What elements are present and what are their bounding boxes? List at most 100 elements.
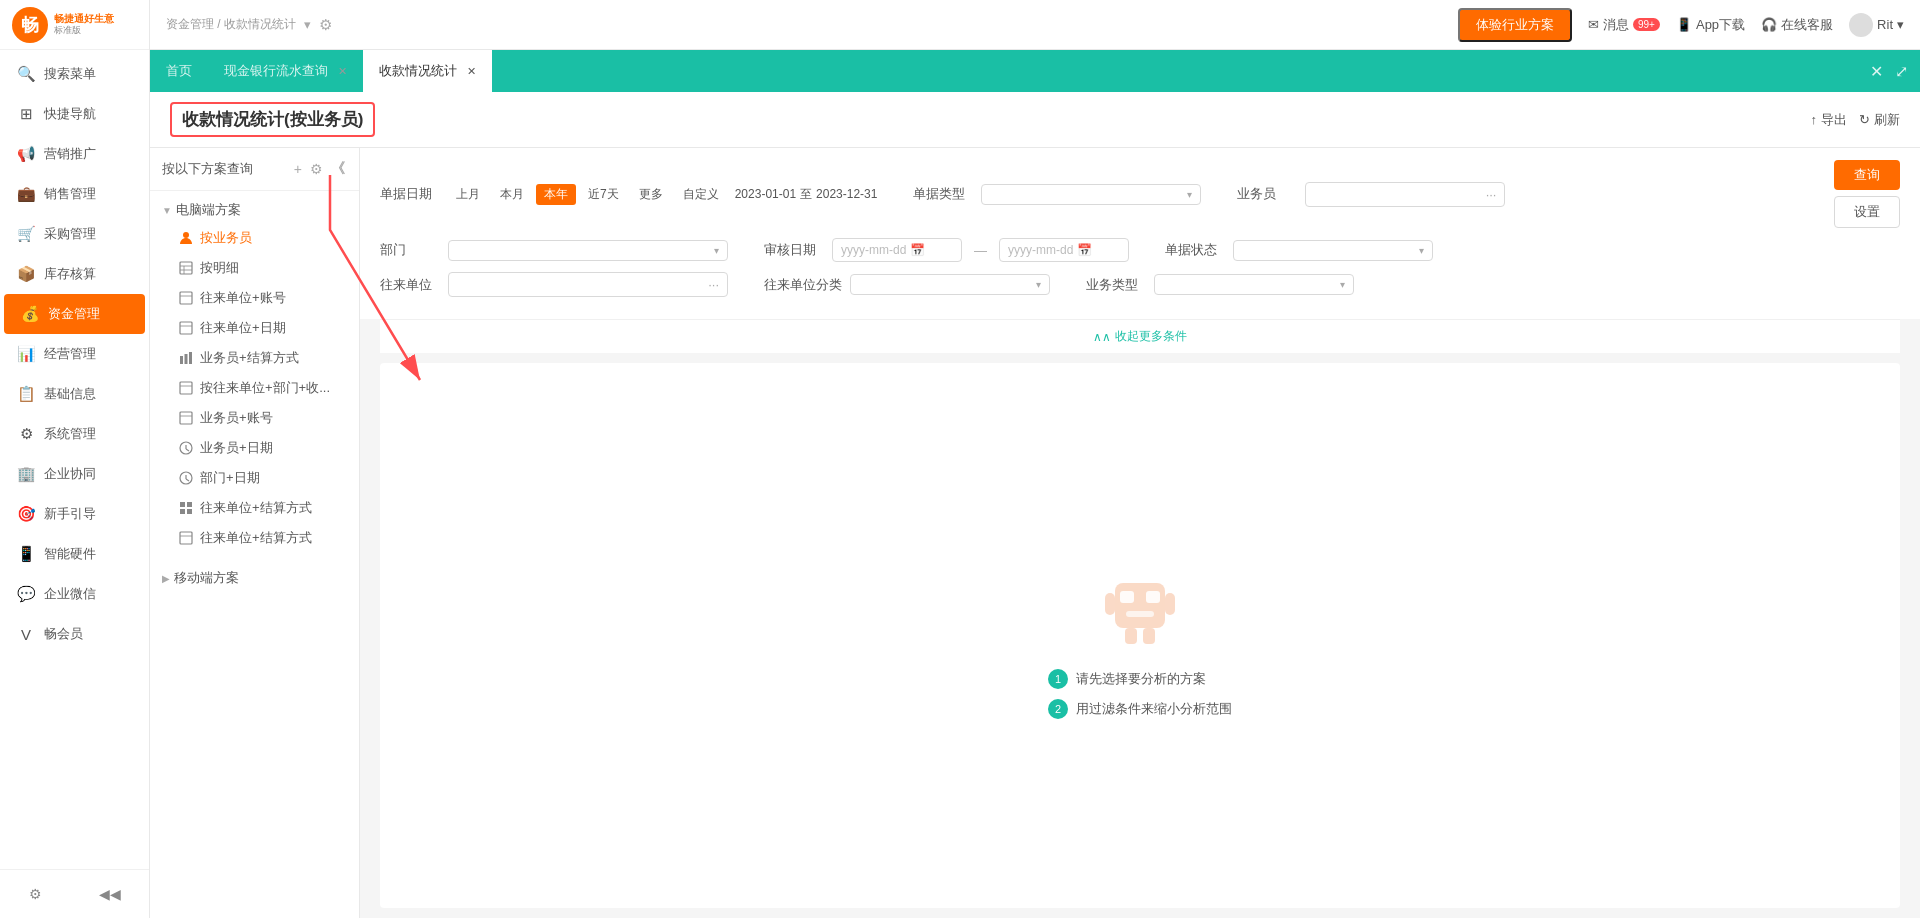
tab-expand-icon[interactable]: ⤢ — [1895, 62, 1908, 81]
scheme-add-button[interactable]: + — [292, 159, 304, 179]
date-tab-last-month[interactable]: 上月 — [448, 184, 488, 205]
download-icon: 📱 — [1676, 17, 1692, 32]
export-button[interactable]: ↑ 导出 — [1811, 111, 1848, 129]
tab-home[interactable]: 首页 — [150, 50, 208, 92]
export-label: 导出 — [1821, 111, 1847, 129]
collapse-button[interactable]: ◀◀ — [93, 880, 127, 908]
scheme-item-unit-settle2[interactable]: 往来单位+结算方式 — [150, 523, 359, 553]
date-tab-custom[interactable]: 自定义 — [675, 184, 727, 205]
review-date-label: 审核日期 — [764, 241, 824, 259]
page-content: 收款情况统计(按业务员) ↑ 导出 ↻ 刷新 按以下方案查询 + ⚙ — [150, 92, 1920, 918]
settings-button[interactable]: 设置 — [1834, 196, 1900, 228]
tab-receipt-stat-close[interactable]: ✕ — [467, 65, 476, 78]
scheme-item-salesman-account[interactable]: 业务员+账号 — [150, 403, 359, 433]
query-button[interactable]: 查询 — [1834, 160, 1900, 190]
counterpart-more-icon[interactable]: ··· — [708, 277, 719, 292]
collapse-label: 收起更多条件 — [1115, 328, 1187, 345]
trial-button[interactable]: 体验行业方案 — [1458, 8, 1572, 42]
scheme-settings-button[interactable]: ⚙ — [308, 159, 325, 179]
scheme-collapse-button[interactable]: 《 — [329, 158, 347, 180]
scheme-item-salesman-date[interactable]: 业务员+日期 — [150, 433, 359, 463]
salesman-select[interactable]: ··· — [1305, 182, 1505, 207]
filter-area: 单据日期 上月 本月 本年 近7天 更多 自定义 2023-01-01 — [360, 148, 1920, 918]
date-tab-this-year[interactable]: 本年 — [536, 184, 576, 205]
sidebar-item-marketing[interactable]: 📢 营销推广 — [0, 134, 149, 174]
sidebar-item-label: 企业协同 — [44, 465, 96, 483]
sidebar-item-hardware[interactable]: 📱 智能硬件 — [0, 534, 149, 574]
review-date-from-input[interactable]: yyyy-mm-dd 📅 — [832, 238, 962, 262]
scheme-item-unit-account[interactable]: 往来单位+账号 — [150, 283, 359, 313]
tip-text-1: 请先选择要分析的方案 — [1076, 670, 1206, 688]
breadcrumb-dropdown-icon[interactable]: ▾ — [304, 17, 311, 32]
tab-bank-flow[interactable]: 现金银行流水查询 ✕ — [208, 50, 363, 92]
counterpart-cat-select[interactable]: ▾ — [850, 274, 1050, 295]
dept-select[interactable]: ▾ — [448, 240, 728, 261]
sidebar-item-member[interactable]: V 畅会员 — [0, 614, 149, 654]
notification-icon: ✉ — [1588, 17, 1599, 32]
section-collapsed-icon: ▶ — [162, 573, 170, 584]
svg-rect-7 — [180, 322, 192, 334]
tab-bank-flow-close[interactable]: ✕ — [338, 65, 347, 78]
scheme-item-unit-settle1[interactable]: 往来单位+结算方式 — [150, 493, 359, 523]
search-icon: 🔍 — [16, 64, 36, 84]
doc-type-select[interactable]: ▾ — [981, 184, 1201, 205]
sidebar-item-label: 库存核算 — [44, 265, 96, 283]
logo-name: 畅捷通好生意 — [54, 12, 114, 25]
calendar-to-icon: 📅 — [1077, 243, 1092, 257]
sidebar-item-search[interactable]: 🔍 搜索菜单 — [0, 54, 149, 94]
scheme-item-salesman-settle[interactable]: 业务员+结算方式 — [150, 343, 359, 373]
review-date-separator: — — [970, 243, 991, 258]
collapse-bar[interactable]: ∧∧ 收起更多条件 — [380, 319, 1900, 353]
sidebar-item-wechat[interactable]: 💬 企业微信 — [0, 574, 149, 614]
scheme-item-by-salesman[interactable]: 按业务员 — [150, 223, 359, 253]
date-tab-7days[interactable]: 近7天 — [580, 184, 627, 205]
online-service-button[interactable]: 🎧 在线客服 — [1761, 16, 1833, 34]
scheme-item-unit-dept[interactable]: 按往来单位+部门+收... — [150, 373, 359, 403]
date-tab-more[interactable]: 更多 — [631, 184, 671, 205]
filter-action-buttons: 查询 设置 — [1834, 160, 1900, 228]
sidebar-item-basic[interactable]: 📋 基础信息 — [0, 374, 149, 414]
service-icon: 🎧 — [1761, 17, 1777, 32]
notification-button[interactable]: ✉ 消息 99+ — [1588, 16, 1660, 34]
settings-button[interactable]: ⚙ — [23, 880, 48, 908]
tab-close-all-icon[interactable]: ✕ — [1870, 62, 1883, 81]
date-tab-this-month[interactable]: 本月 — [492, 184, 532, 205]
app-download-button[interactable]: 📱 App下载 — [1676, 16, 1745, 34]
tab-receipt-stat[interactable]: 收款情况统计 ✕ — [363, 50, 492, 92]
scheme-item-by-detail[interactable]: 按明细 — [150, 253, 359, 283]
main-area: 资金管理 / 收款情况统计 ▾ ⚙ 体验行业方案 ✉ 消息 99+ 📱 App下… — [150, 0, 1920, 918]
sidebar-item-sales[interactable]: 💼 销售管理 — [0, 174, 149, 214]
sidebar-item-inventory[interactable]: 📦 库存核算 — [0, 254, 149, 294]
counterpart-select[interactable]: ··· — [448, 272, 728, 297]
user-area[interactable]: Rit ▾ — [1849, 13, 1904, 37]
salesman-label: 业务员 — [1237, 185, 1297, 203]
scheme-item-unit-date[interactable]: 往来单位+日期 — [150, 313, 359, 343]
svg-rect-10 — [185, 354, 188, 364]
sidebar-item-guide[interactable]: 🎯 新手引导 — [0, 494, 149, 534]
sidebar-item-enterprise[interactable]: 🏢 企业协同 — [0, 454, 149, 494]
filter-dept-item: 部门 ▾ — [380, 240, 728, 261]
doc-type-dropdown-icon: ▾ — [1187, 189, 1192, 200]
sidebar-item-purchase[interactable]: 🛒 采购管理 — [0, 214, 149, 254]
scheme-desktop-section-title[interactable]: ▼ 电脑端方案 — [150, 197, 359, 223]
table-icon — [178, 290, 194, 306]
header-settings-icon[interactable]: ⚙ — [319, 16, 332, 34]
chart-icon — [178, 350, 194, 366]
review-from-placeholder: yyyy-mm-dd — [841, 243, 906, 257]
biz-type-select[interactable]: ▾ — [1154, 274, 1354, 295]
salesman-more-icon[interactable]: ··· — [1486, 187, 1497, 202]
body-container: 按以下方案查询 + ⚙ 《 ▼ 电脑端方案 按业务员 — [150, 148, 1920, 918]
refresh-button[interactable]: ↻ 刷新 — [1859, 111, 1900, 129]
clock2-icon — [178, 470, 194, 486]
scheme-mobile-section-title[interactable]: ▶ 移动端方案 — [150, 565, 359, 591]
user-dropdown-icon: ▾ — [1897, 17, 1904, 32]
sidebar-item-system[interactable]: ⚙ 系统管理 — [0, 414, 149, 454]
scheme-item-dept-date[interactable]: 部门+日期 — [150, 463, 359, 493]
sidebar-item-finance[interactable]: 💰 资金管理 — [4, 294, 145, 334]
doc-status-select[interactable]: ▾ — [1233, 240, 1433, 261]
filter-form: 单据日期 上月 本月 本年 近7天 更多 自定义 2023-01-01 — [360, 148, 1920, 319]
sidebar-item-operation[interactable]: 📊 经营管理 — [0, 334, 149, 374]
tip-text-2: 用过滤条件来缩小分析范围 — [1076, 700, 1232, 718]
sidebar-item-quick-nav[interactable]: ⊞ 快捷导航 — [0, 94, 149, 134]
review-date-to-input[interactable]: yyyy-mm-dd 📅 — [999, 238, 1129, 262]
